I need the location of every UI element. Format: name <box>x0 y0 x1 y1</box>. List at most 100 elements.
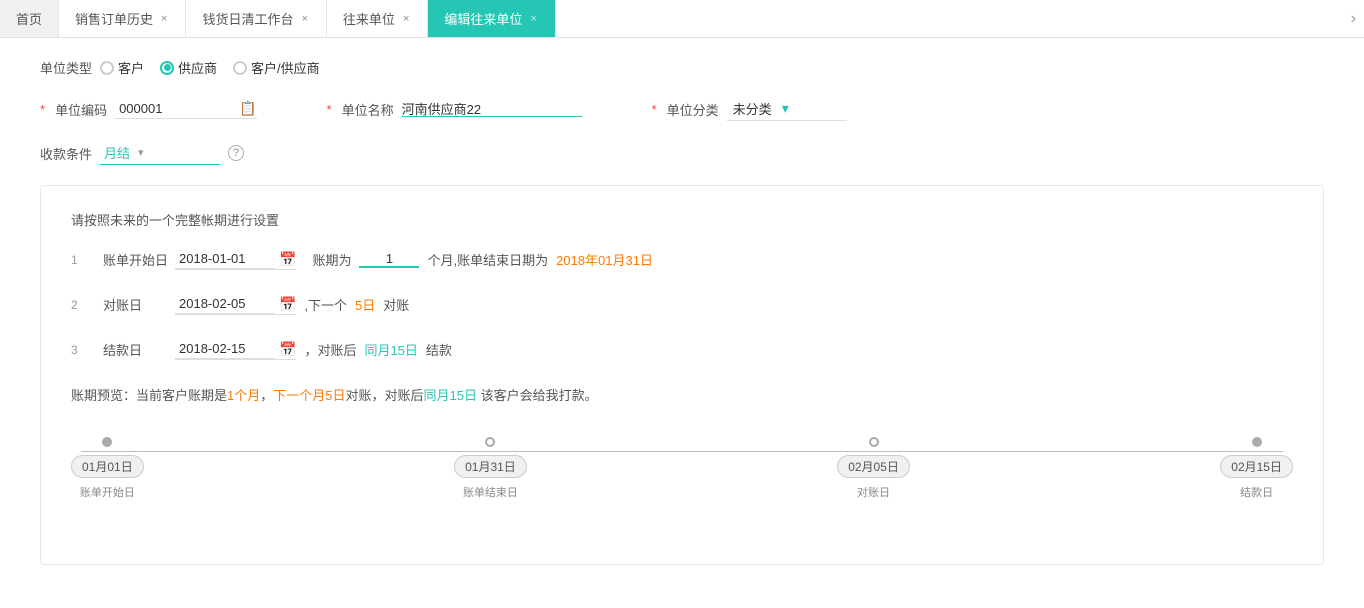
timeline: 01月01日 账单开始日 01月31日 账单结束日 02月05日 对账日 <box>71 427 1293 540</box>
settle-date-input-wrapper: 📅 <box>175 339 296 360</box>
tab-edit-partner[interactable]: 编辑往来单位 × <box>428 0 555 37</box>
unit-classif-value: 未分类 <box>727 97 778 120</box>
tab-home[interactable]: 首页 <box>0 0 59 37</box>
preview-mid2: 对账，对账后 <box>346 388 424 403</box>
timeline-dot-1 <box>485 437 495 447</box>
required-star-classif: * <box>652 102 657 117</box>
timeline-label-bottom-2: 对账日 <box>857 484 890 500</box>
unit-name-label: 单位名称 <box>342 100 394 119</box>
row-label-1: 账单开始日 <box>103 250 163 269</box>
settings-card: 请按照未来的一个完整帐期进行设置 1 账单开始日 📅 账期为 个月,账单结束日期… <box>40 185 1324 565</box>
tab-sales-history-close[interactable]: × <box>159 12 169 26</box>
payment-cond-value: 月结 <box>100 141 134 164</box>
tab-cash-daily-label: 钱货日清工作台 <box>202 9 293 28</box>
radio-supplier-circle <box>160 61 174 75</box>
settle-suffix: ，对账后 <box>304 340 356 359</box>
radio-both-label: 客户/供应商 <box>251 58 320 77</box>
radio-customer-circle <box>100 61 114 75</box>
radio-supplier[interactable]: 供应商 <box>160 58 217 77</box>
timeline-label-top-0: 01月01日 <box>71 455 144 478</box>
period-mid-text: 账期为 <box>312 250 351 269</box>
tab-partner[interactable]: 往来单位 × <box>327 0 428 37</box>
row-number-2: 2 <box>71 298 91 312</box>
tab-edit-partner-close[interactable]: × <box>528 12 538 26</box>
setting-row-3: 3 结款日 📅 ，对账后 同月15日 结款 <box>71 339 1293 360</box>
tab-partner-close[interactable]: × <box>401 12 411 26</box>
unit-type-label: 单位类型 <box>40 58 92 77</box>
card-title: 请按照未来的一个完整帐期进行设置 <box>71 210 1293 229</box>
classif-dropdown-icon[interactable]: ▾ <box>782 100 789 117</box>
radio-both[interactable]: 客户/供应商 <box>233 58 320 77</box>
radio-customer-label: 客户 <box>118 58 144 77</box>
unit-code-field: * 单位编码 📋 <box>40 99 257 119</box>
timeline-label-bottom-1: 账单结束日 <box>463 484 518 500</box>
settle-date-calendar-icon[interactable]: 📅 <box>279 341 296 358</box>
timeline-nodes: 01月01日 账单开始日 01月31日 账单结束日 02月05日 对账日 <box>71 437 1293 500</box>
tab-cash-daily[interactable]: 钱货日清工作台 × <box>186 0 326 37</box>
unit-type-field: 单位类型 客户 供应商 客户/供应商 <box>40 58 320 77</box>
preview-part1: 1个月 <box>227 388 260 403</box>
tab-home-label: 首页 <box>16 9 42 28</box>
period-end-date: 2018年01月31日 <box>556 250 653 269</box>
radio-both-circle <box>233 61 247 75</box>
recon-date-calendar-icon[interactable]: 📅 <box>279 296 296 313</box>
recon-date-input[interactable] <box>175 294 275 314</box>
timeline-label-top-2: 02月05日 <box>837 455 910 478</box>
unit-code-input-wrapper: 📋 <box>115 99 256 119</box>
settle-date-input[interactable] <box>175 339 275 359</box>
tab-sales-history-label: 销售订单历史 <box>75 9 153 28</box>
preview-part3: 同月15日 <box>424 388 477 403</box>
required-star-name: * <box>327 102 332 117</box>
payment-cond-field: 收款条件 月结 ▾ ? <box>40 141 244 165</box>
timeline-label-bottom-3: 结款日 <box>1240 484 1273 500</box>
payment-cond-select[interactable]: 月结 ▾ <box>100 141 220 165</box>
row-label-3: 结款日 <box>103 340 163 359</box>
tab-sales-history[interactable]: 销售订单历史 × <box>59 0 186 37</box>
start-date-input-wrapper: 📅 <box>175 249 296 270</box>
timeline-node-1: 01月31日 账单结束日 <box>454 437 527 500</box>
row-content-3: 📅 ，对账后 同月15日 结款 <box>175 339 1293 360</box>
help-icon[interactable]: ? <box>228 145 244 161</box>
payment-cond-row: 收款条件 月结 ▾ ? <box>40 141 1324 165</box>
preview-suffix: 该客户会给我打款。 <box>481 388 598 403</box>
required-star-code: * <box>40 102 45 117</box>
preview-prefix: 账期预览：当前客户账期是 <box>71 388 227 403</box>
period-preview: 账期预览：当前客户账期是1个月，下一个月5日对账，对账后同月15日 该客户会给我… <box>71 384 1293 407</box>
setting-row-1: 1 账单开始日 📅 账期为 个月,账单结束日期为 2018年01月31日 <box>71 249 1293 270</box>
unit-type-row: 单位类型 客户 供应商 客户/供应商 <box>40 58 1324 77</box>
unit-code-input[interactable] <box>115 99 235 118</box>
tab-nav-right[interactable]: › <box>1351 0 1364 37</box>
timeline-label-bottom-0: 账单开始日 <box>80 484 135 500</box>
tab-bar: 首页 销售订单历史 × 钱货日清工作台 × 往来单位 × 编辑往来单位 × › <box>0 0 1364 38</box>
preview-mid1: ， <box>260 388 273 403</box>
row-number-1: 1 <box>71 253 91 267</box>
timeline-node-3: 02月15日 结款日 <box>1220 437 1293 500</box>
unit-code-label: 单位编码 <box>55 100 107 119</box>
tab-cash-daily-close[interactable]: × <box>299 12 309 26</box>
row-label-2: 对账日 <box>103 295 163 314</box>
settle-end-text: 结款 <box>426 340 452 359</box>
timeline-node-2: 02月05日 对账日 <box>837 437 910 500</box>
radio-customer[interactable]: 客户 <box>100 58 144 77</box>
unit-name-input[interactable] <box>402 101 582 117</box>
payment-cond-dropdown-icon[interactable]: ▾ <box>138 146 144 159</box>
row-content-1: 📅 账期为 个月,账单结束日期为 2018年01月31日 <box>175 249 1293 270</box>
recon-highlight: 5日 <box>355 295 375 314</box>
payment-cond-label: 收款条件 <box>40 144 92 163</box>
unit-classif-select[interactable]: 未分类 ▾ <box>727 97 847 121</box>
unit-info-row: * 单位编码 📋 * 单位名称 * 单位分类 未分类 ▾ <box>40 97 1324 121</box>
row-number-3: 3 <box>71 343 91 357</box>
row-content-2: 📅 ,下一个 5日 对账 <box>175 294 1293 315</box>
timeline-label-top-3: 02月15日 <box>1220 455 1293 478</box>
period-input[interactable] <box>359 251 419 268</box>
recon-end-text: 对账 <box>383 295 409 314</box>
unit-code-icon[interactable]: 📋 <box>239 100 256 117</box>
unit-classif-label: 单位分类 <box>667 100 719 119</box>
preview-part2: 下一个月5日 <box>273 388 345 403</box>
tab-partner-label: 往来单位 <box>343 9 395 28</box>
main-content: 单位类型 客户 供应商 客户/供应商 * 单位编码 <box>0 38 1364 608</box>
tab-edit-partner-label: 编辑往来单位 <box>444 9 522 28</box>
period-suffix: 个月,账单结束日期为 <box>427 250 548 269</box>
start-date-input[interactable] <box>175 249 275 269</box>
start-date-calendar-icon[interactable]: 📅 <box>279 251 296 268</box>
